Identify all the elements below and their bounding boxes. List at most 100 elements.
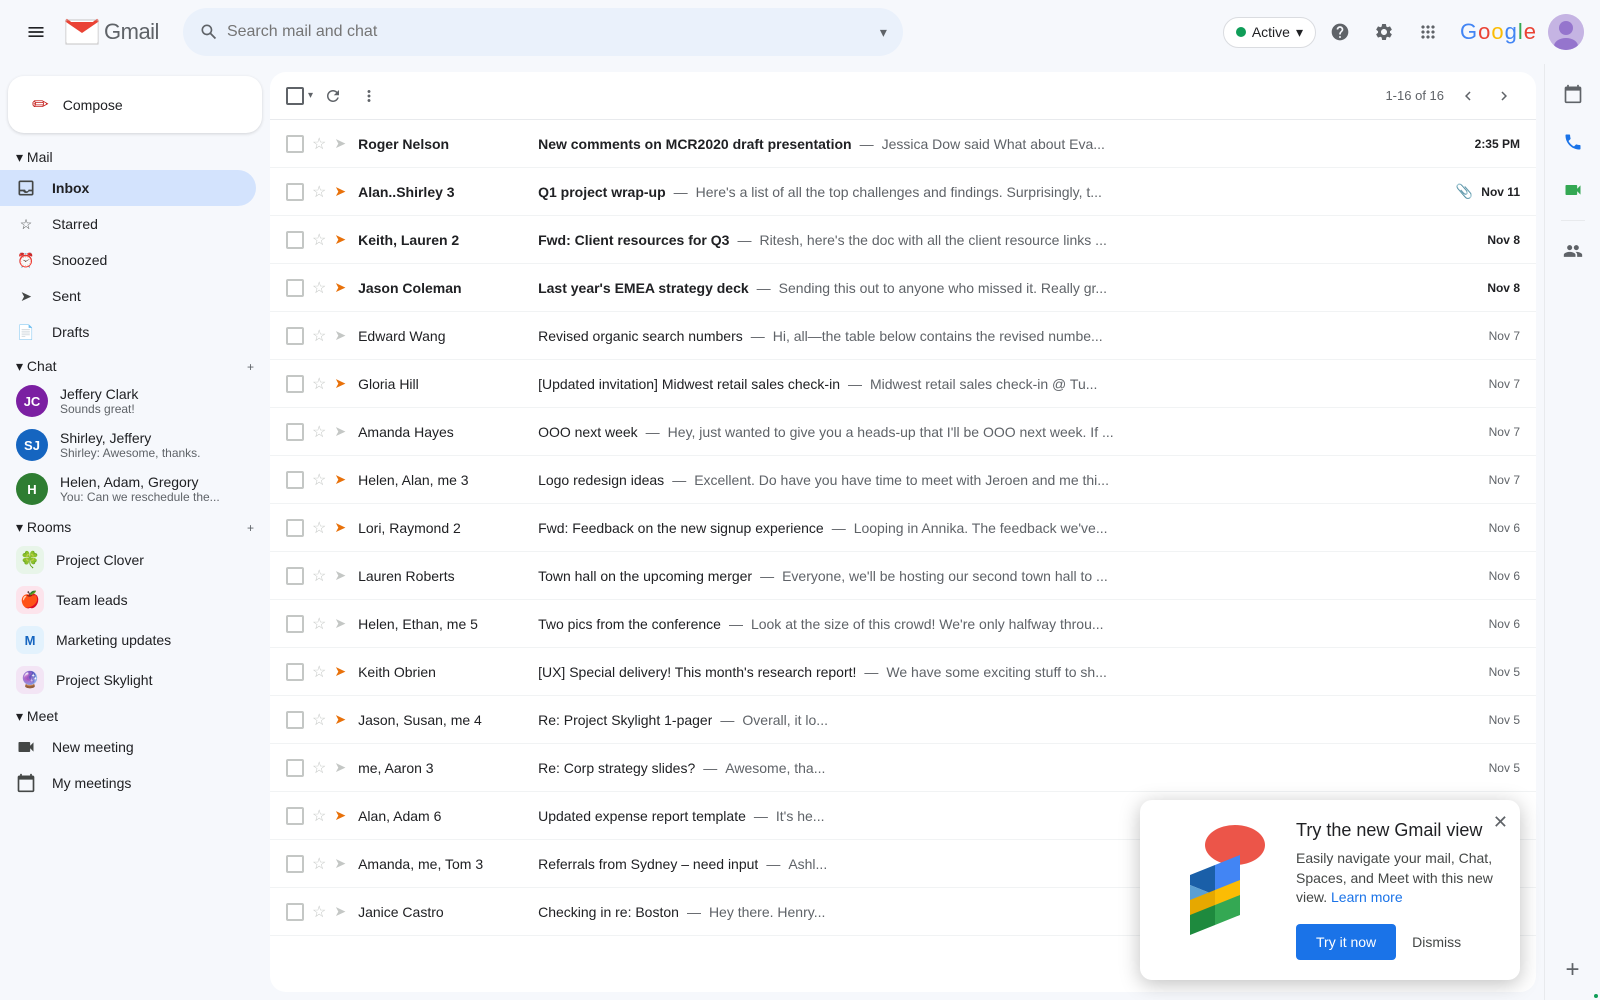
compose-button[interactable]: ✏ Compose <box>8 76 262 133</box>
chat-add-icon[interactable]: + <box>247 360 254 374</box>
right-panel-people-icon[interactable] <box>1551 229 1595 273</box>
chat-item-helen[interactable]: H Helen, Adam, Gregory You: Can we resch… <box>0 467 256 511</box>
mail-section-header[interactable]: ▾ Mail <box>0 141 270 170</box>
email-row[interactable]: ☆ ➤ Keith, Lauren 2 Fwd: Client resource… <box>270 216 1536 264</box>
row-star-icon[interactable]: ☆ <box>312 662 326 682</box>
row-star-icon[interactable]: ☆ <box>312 182 326 202</box>
email-date: Nov 6 <box>1489 569 1520 583</box>
row-star-icon[interactable]: ☆ <box>312 278 326 298</box>
popup-dismiss-button[interactable]: Dismiss <box>1412 934 1461 950</box>
row-star-icon[interactable]: ☆ <box>312 326 326 346</box>
right-panel-meet-icon[interactable] <box>1551 168 1595 212</box>
email-row[interactable]: ☆ ➤ Lori, Raymond 2 Fwd: Feedback on the… <box>270 504 1536 552</box>
row-star-icon[interactable]: ☆ <box>312 230 326 250</box>
room-item-project-clover[interactable]: 🍀 Project Clover <box>0 540 256 580</box>
room-item-project-skylight[interactable]: 🔮 Project Skylight <box>0 660 256 700</box>
settings-button[interactable] <box>1364 12 1404 52</box>
active-dropdown-icon: ▾ <box>1296 24 1303 41</box>
row-checkbox[interactable] <box>286 135 304 153</box>
email-row[interactable]: ☆ ➤ Alan..Shirley 3 Q1 project wrap-up —… <box>270 168 1536 216</box>
row-star-icon[interactable]: ☆ <box>312 134 326 154</box>
row-star-icon[interactable]: ☆ <box>312 710 326 730</box>
row-star-icon[interactable]: ☆ <box>312 566 326 586</box>
email-preview: We have some exciting stuff to sh... <box>886 664 1480 680</box>
prev-page-button[interactable] <box>1452 80 1484 112</box>
popup-learn-more-link[interactable]: Learn more <box>1331 889 1403 905</box>
row-checkbox[interactable] <box>286 519 304 537</box>
row-checkbox[interactable] <box>286 567 304 585</box>
email-content: Fwd: Client resources for Q3 — Ritesh, h… <box>538 232 1479 248</box>
select-all-checkbox[interactable] <box>286 87 304 105</box>
nav-item-inbox[interactable]: Inbox <box>0 170 256 206</box>
row-checkbox[interactable] <box>286 183 304 201</box>
email-row[interactable]: ☆ ➤ Keith Obrien [UX] Special delivery! … <box>270 648 1536 696</box>
popup-close-button[interactable]: ✕ <box>1493 812 1508 833</box>
nav-item-starred[interactable]: ☆ Starred <box>0 206 256 242</box>
email-row[interactable]: ☆ ➤ Helen, Ethan, me 5 Two pics from the… <box>270 600 1536 648</box>
room-item-team-leads[interactable]: 🍎 Team leads <box>0 580 256 620</box>
help-button[interactable] <box>1320 12 1360 52</box>
row-star-icon[interactable]: ☆ <box>312 854 326 874</box>
nav-item-drafts[interactable]: 📄 Drafts <box>0 314 256 350</box>
popup-try-button[interactable]: Try it now <box>1296 924 1396 960</box>
select-caret[interactable]: ▾ <box>308 90 313 101</box>
menu-button[interactable] <box>16 12 56 52</box>
row-checkbox[interactable] <box>286 807 304 825</box>
email-row[interactable]: ☆ ➤ Helen, Alan, me 3 Logo redesign idea… <box>270 456 1536 504</box>
meet-section-header[interactable]: ▾ Meet <box>0 700 270 729</box>
chat-item-jeffery[interactable]: JC Jeffery Clark Sounds great! <box>0 379 256 423</box>
row-checkbox[interactable] <box>286 471 304 489</box>
email-row[interactable]: ☆ ➤ me, Aaron 3 Re: Corp strategy slides… <box>270 744 1536 792</box>
row-checkbox[interactable] <box>286 423 304 441</box>
nav-item-new-meeting[interactable]: New meeting <box>0 729 256 765</box>
row-star-icon[interactable]: ☆ <box>312 374 326 394</box>
row-checkbox[interactable] <box>286 759 304 777</box>
email-row[interactable]: ☆ ➤ Gloria Hill [Updated invitation] Mid… <box>270 360 1536 408</box>
row-checkbox[interactable] <box>286 903 304 921</box>
row-checkbox[interactable] <box>286 279 304 297</box>
nav-item-my-meetings[interactable]: My meetings <box>0 765 256 801</box>
rooms-add-icon[interactable]: + <box>247 521 254 535</box>
rooms-section-header[interactable]: ▾ Rooms + <box>0 511 270 540</box>
apps-button[interactable] <box>1408 12 1448 52</box>
email-row[interactable]: ☆ ➤ Edward Wang Revised organic search n… <box>270 312 1536 360</box>
user-avatar[interactable] <box>1548 14 1584 50</box>
draft-icon: 📄 <box>16 324 36 341</box>
room-item-marketing[interactable]: M Marketing updates <box>0 620 256 660</box>
row-checkbox[interactable] <box>286 327 304 345</box>
email-row[interactable]: ☆ ➤ Jason Coleman Last year's EMEA strat… <box>270 264 1536 312</box>
email-row[interactable]: ☆ ➤ Roger Nelson New comments on MCR2020… <box>270 120 1536 168</box>
right-panel-add-icon[interactable]: + <box>1551 948 1595 992</box>
toolbar-right: 1-16 of 16 <box>1385 80 1520 112</box>
row-star-icon[interactable]: ☆ <box>312 518 326 538</box>
next-page-button[interactable] <box>1488 80 1520 112</box>
row-star-icon[interactable]: ☆ <box>312 422 326 442</box>
email-row[interactable]: ☆ ➤ Lauren Roberts Town hall on the upco… <box>270 552 1536 600</box>
nav-item-sent[interactable]: ➤ Sent <box>0 278 256 314</box>
row-star-icon[interactable]: ☆ <box>312 806 326 826</box>
chat-item-shirley[interactable]: SJ Shirley, Jeffery Shirley: Awesome, th… <box>0 423 256 467</box>
email-row[interactable]: ☆ ➤ Amanda Hayes OOO next week — Hey, ju… <box>270 408 1536 456</box>
row-checkbox[interactable] <box>286 615 304 633</box>
row-checkbox[interactable] <box>286 711 304 729</box>
row-star-icon[interactable]: ☆ <box>312 470 326 490</box>
search-input[interactable] <box>227 23 872 41</box>
row-checkbox[interactable] <box>286 375 304 393</box>
row-star-icon[interactable]: ☆ <box>312 614 326 634</box>
email-divider: — <box>672 472 686 488</box>
chat-section-header[interactable]: ▾ Chat + <box>0 350 270 379</box>
right-panel-phone-icon[interactable] <box>1551 120 1595 164</box>
more-options-button[interactable] <box>353 80 385 112</box>
row-forward-icon: ➤ <box>334 903 346 920</box>
row-star-icon[interactable]: ☆ <box>312 902 326 922</box>
row-checkbox[interactable] <box>286 855 304 873</box>
row-checkbox[interactable] <box>286 663 304 681</box>
right-panel-calendar-icon[interactable] <box>1551 72 1595 116</box>
refresh-button[interactable] <box>317 80 349 112</box>
nav-item-snoozed[interactable]: ⏰ Snoozed <box>0 242 256 278</box>
row-star-icon[interactable]: ☆ <box>312 758 326 778</box>
email-row[interactable]: ☆ ➤ Jason, Susan, me 4 Re: Project Skyli… <box>270 696 1536 744</box>
search-expand-icon[interactable]: ▾ <box>880 24 887 41</box>
row-checkbox[interactable] <box>286 231 304 249</box>
active-status-button[interactable]: Active ▾ <box>1223 17 1316 48</box>
